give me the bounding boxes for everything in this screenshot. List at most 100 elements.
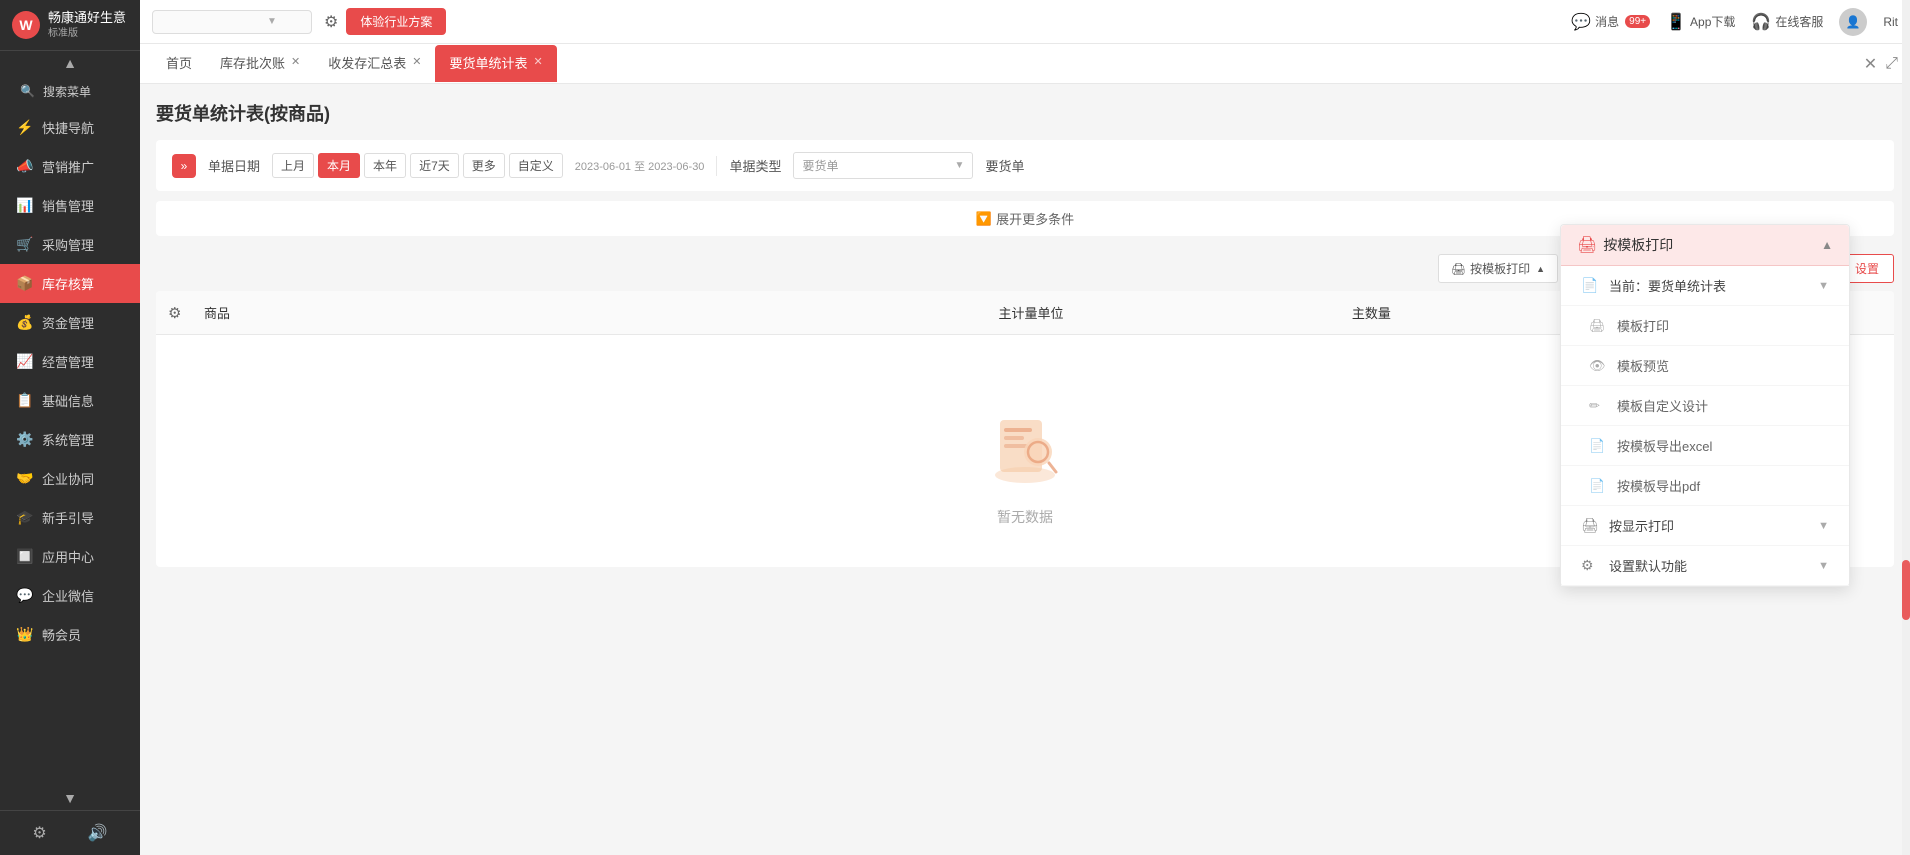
expand-down-icon: 🔽 <box>976 211 992 227</box>
print-btn[interactable]: 🖨 按模板打印 ▲ <box>1438 254 1558 283</box>
topbar-left: ▼ ⚙ 体验行业方案 <box>152 8 1571 35</box>
empty-state: 暂无数据 <box>975 395 1075 527</box>
app-download-group[interactable]: 📱 App下载 <box>1666 12 1735 32</box>
sidebar-item-collab[interactable]: 🤝 企业协同 <box>0 459 140 498</box>
sidebar-item-member[interactable]: 👑 畅会员 <box>0 615 140 654</box>
tab-order-stats[interactable]: 要货单统计表 ✕ <box>435 45 556 82</box>
footer-sound-icon[interactable]: 🔊 <box>88 823 108 843</box>
order-type-select[interactable]: 要货单 ▼ <box>793 152 973 179</box>
order-type-label: 单据类型 <box>729 156 781 175</box>
date-btn-this-month[interactable]: 本月 <box>318 153 360 178</box>
topbar-search-input[interactable] <box>163 15 263 29</box>
main-scrollbar-thumb[interactable] <box>1902 560 1910 620</box>
sidebar-item-guide[interactable]: 🎓 新手引导 <box>0 498 140 537</box>
tabs-bar: 首页 库存批次账 ✕ 收发存汇总表 ✕ 要货单统计表 ✕ ✕ ⤢ <box>140 44 1910 84</box>
print-dropdown-title: 🖨 按模板打印 <box>1577 235 1673 255</box>
date-range-text: 2023-06-01 至 2023-06-30 <box>575 158 705 174</box>
app-logo: W 畅康通好生意 标准版 <box>0 0 140 51</box>
template-custom-icon: ✏ <box>1589 398 1607 414</box>
sidebar-item-inventory[interactable]: 📦 库存核算 <box>0 264 140 303</box>
expand-more-button[interactable]: 🔽 展开更多条件 <box>976 209 1074 228</box>
tab-close-receipts-summary[interactable]: ✕ <box>412 57 421 68</box>
topbar-right: 💬 消息 99+ 📱 App下载 🎧 在线客服 👤 Rit <box>1571 8 1898 36</box>
date-btn-custom[interactable]: 自定义 <box>509 153 563 178</box>
page-title: 要货单统计表(按商品) <box>156 100 1894 126</box>
inventory-icon: 📦 <box>16 274 34 292</box>
tab-home[interactable]: 首页 <box>152 45 206 82</box>
template-pdf-icon: 📄 <box>1589 478 1607 494</box>
operation-icon: 📈 <box>16 352 34 370</box>
purchase-icon: 🛒 <box>16 235 34 253</box>
topbar-dropdown-icon[interactable]: ▼ <box>267 16 277 27</box>
print-header-icon: 🖨 <box>1577 235 1597 255</box>
app-version: 标准版 <box>48 27 126 40</box>
user-avatar[interactable]: 👤 <box>1839 8 1867 36</box>
set-default-icon: ⚙ <box>1581 557 1599 574</box>
sidebar-item-basic[interactable]: 📋 基础信息 <box>0 381 140 420</box>
sidebar-item-purchase[interactable]: 🛒 采购管理 <box>0 225 140 264</box>
template-excel-item[interactable]: 📄 按模板导出excel <box>1561 426 1849 466</box>
current-template-item[interactable]: 📄 当前：要货单统计表 ▼ <box>1561 266 1849 306</box>
window-maximize-btn[interactable]: ⤢ <box>1885 55 1898 73</box>
sidebar-item-marketing[interactable]: 📣 营销推广 <box>0 147 140 186</box>
finance-icon: 💰 <box>16 313 34 331</box>
print-dropdown-panel: 🖨 按模板打印 ▲ 📄 当前：要货单统计表 ▼ 🖨 模板打印 👁 <box>1560 224 1850 587</box>
sidebar-search[interactable]: 🔍 搜索菜单 <box>0 75 140 108</box>
online-service-label: 在线客服 <box>1775 13 1823 30</box>
trial-button[interactable]: 体验行业方案 <box>346 8 446 35</box>
sidebar-item-system[interactable]: ⚙️ 系统管理 <box>0 420 140 459</box>
date-btn-last-month[interactable]: 上月 <box>272 153 314 178</box>
messages-group[interactable]: 💬 消息 99+ <box>1571 12 1650 32</box>
sidebar-item-apps[interactable]: 🔲 应用中心 <box>0 537 140 576</box>
template-custom-item[interactable]: ✏ 模板自定义设计 <box>1561 386 1849 426</box>
tab-inventory-batch[interactable]: 库存批次账 ✕ <box>206 45 314 82</box>
collab-icon: 🤝 <box>16 469 34 487</box>
window-close-btn[interactable]: ✕ <box>1864 54 1877 74</box>
user-name[interactable]: Rit <box>1883 15 1898 29</box>
expand-icon-button[interactable]: » <box>172 154 196 178</box>
order-type-arrow: ▼ <box>955 160 965 171</box>
date-buttons: 上月 本月 本年 近7天 更多 自定义 <box>272 153 563 178</box>
topbar-gear-icon[interactable]: ⚙ <box>324 12 338 32</box>
template-preview-item[interactable]: 👁 模板预览 <box>1561 346 1849 386</box>
member-icon: 👑 <box>16 625 34 643</box>
print-dropdown-close-btn[interactable]: ▲ <box>1821 238 1833 252</box>
date-btn-more[interactable]: 更多 <box>463 153 505 178</box>
template-preview-icon: 👁 <box>1589 358 1607 374</box>
footer-settings-icon[interactable]: ⚙ <box>32 823 46 843</box>
sidebar-scroll-down[interactable]: ▼ <box>0 786 140 810</box>
sidebar-nav: ⚡ 快捷导航 📣 营销推广 📊 销售管理 🛒 采购管理 📦 库存核算 💰 资金管… <box>0 108 140 786</box>
tab-receipts-summary[interactable]: 收发存汇总表 ✕ <box>314 45 435 82</box>
sidebar-item-wechat[interactable]: 💬 企业微信 <box>0 576 140 615</box>
system-icon: ⚙️ <box>16 430 34 448</box>
tab-close-inventory-batch[interactable]: ✕ <box>291 57 300 68</box>
topbar-search-box[interactable]: ▼ <box>152 10 312 34</box>
sidebar-item-operation[interactable]: 📈 经营管理 <box>0 342 140 381</box>
sidebar-item-quick-nav[interactable]: ⚡ 快捷导航 <box>0 108 140 147</box>
online-service-group[interactable]: 🎧 在线客服 <box>1751 12 1823 32</box>
messages-label: 消息 <box>1595 13 1619 30</box>
logo-icon: W <box>12 11 40 39</box>
sales-icon: 📊 <box>16 196 34 214</box>
set-default-item[interactable]: ⚙ 设置默认功能 ▼ <box>1561 546 1849 586</box>
tab-close-order-stats[interactable]: ✕ <box>534 57 543 68</box>
sidebar-item-sales[interactable]: 📊 销售管理 <box>0 186 140 225</box>
online-service-icon: 🎧 <box>1751 12 1771 32</box>
order-type-value: 要货单 <box>802 157 954 174</box>
table-column-settings-icon[interactable]: ⚙ <box>168 304 196 322</box>
date-btn-this-year[interactable]: 本年 <box>364 153 406 178</box>
sidebar-scroll-up[interactable]: ▲ <box>0 51 140 75</box>
current-template-arrow: ▼ <box>1818 280 1829 292</box>
sidebar-item-finance[interactable]: 💰 资金管理 <box>0 303 140 342</box>
display-print-item[interactable]: 🖨 按显示打印 ▼ <box>1561 506 1849 546</box>
date-btn-last7[interactable]: 近7天 <box>410 153 459 178</box>
app-download-icon: 📱 <box>1666 12 1686 32</box>
wechat-icon: 💬 <box>16 586 34 604</box>
template-pdf-item[interactable]: 📄 按模板导出pdf <box>1561 466 1849 506</box>
template-print-item[interactable]: 🖨 模板打印 <box>1561 306 1849 346</box>
messages-badge: 99+ <box>1625 15 1650 28</box>
display-print-icon: 🖨 <box>1581 517 1599 534</box>
empty-illustration-icon <box>975 395 1075 495</box>
empty-text: 暂无数据 <box>997 507 1053 527</box>
page-content: 要货单统计表(按商品) » 单据日期 上月 本月 本年 近7天 更多 自定义 2… <box>140 84 1910 855</box>
